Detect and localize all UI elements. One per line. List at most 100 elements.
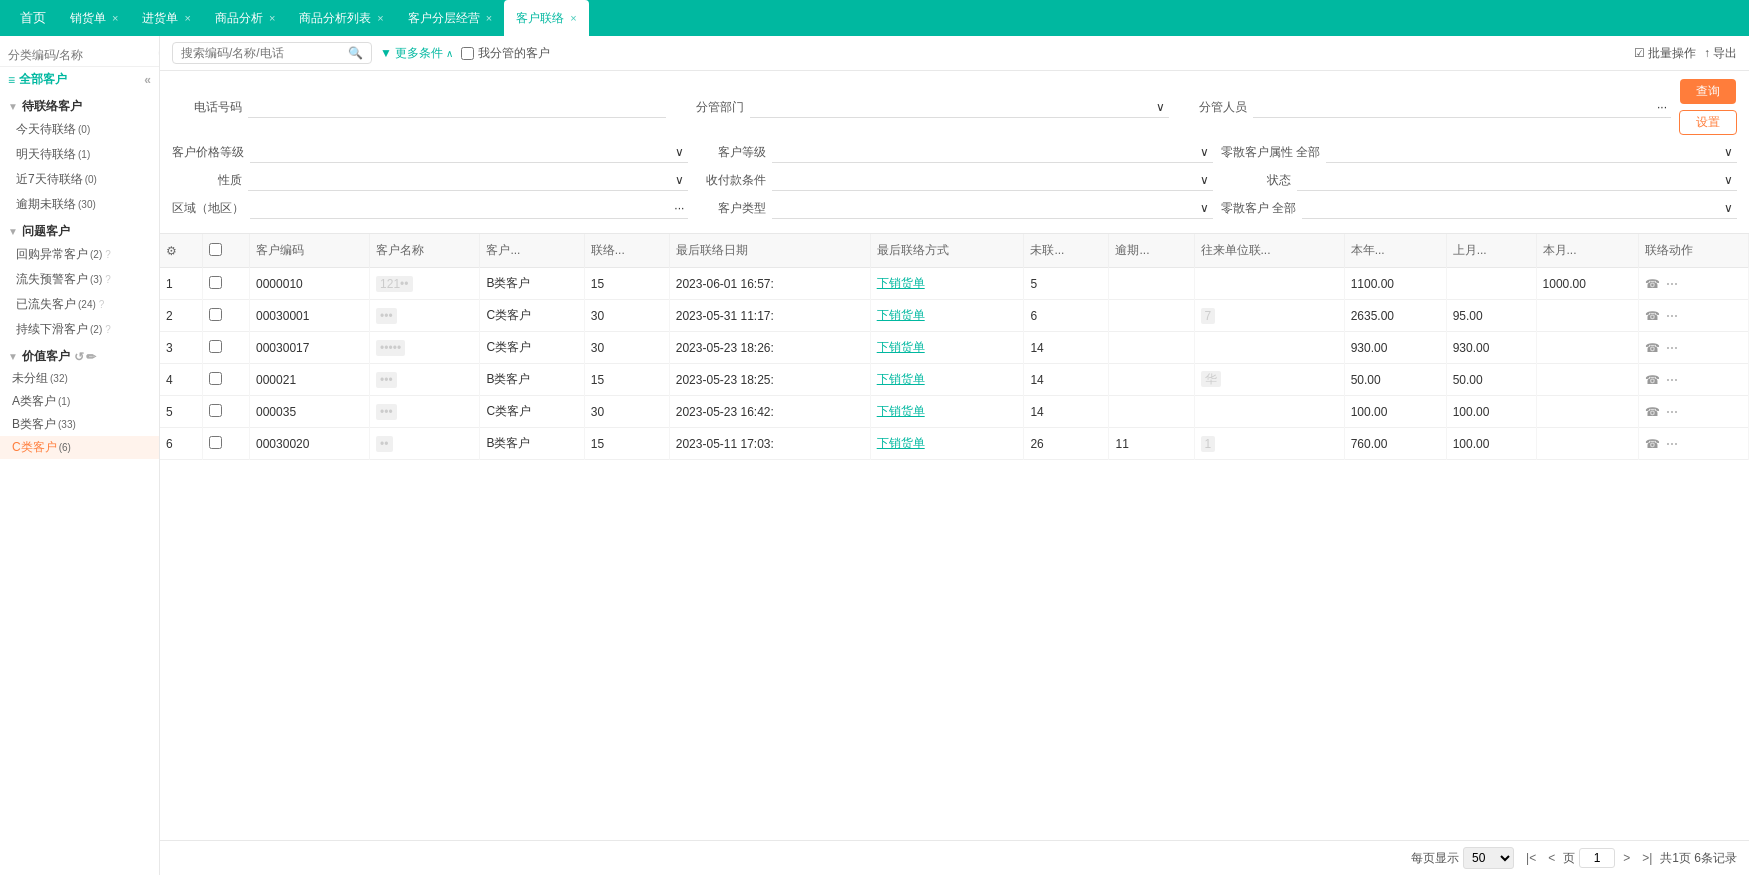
nav-product-analysis[interactable]: 商品分析 ×: [203, 0, 287, 36]
sidebar-collapse-icon[interactable]: «: [144, 73, 151, 87]
sidebar-group-value[interactable]: ▼ 价值客户 ↺ ✏: [0, 342, 159, 367]
last-page-btn[interactable]: >|: [1638, 849, 1656, 867]
select-all-checkbox[interactable]: [209, 243, 222, 256]
sidebar-item-today[interactable]: 今天待联络(0): [0, 117, 159, 142]
filter-retail-attr-select[interactable]: ∨: [1326, 141, 1737, 163]
row-checkbox[interactable]: [203, 364, 250, 396]
row-last-method[interactable]: 下销货单: [870, 396, 1024, 428]
my-customers-check[interactable]: [461, 47, 474, 60]
action-more-icon[interactable]: ⋯: [1666, 373, 1678, 387]
row-checkbox[interactable]: [203, 300, 250, 332]
nav-product-list-close-icon[interactable]: ×: [377, 12, 383, 24]
filter-cust-type-select[interactable]: ∨: [772, 197, 1212, 219]
filter-payment-select[interactable]: ∨: [772, 169, 1212, 191]
method-link[interactable]: 下销货单: [877, 436, 925, 450]
filter-dept-select[interactable]: ∨: [750, 96, 1168, 118]
filter-person-select[interactable]: ···: [1253, 96, 1671, 118]
nav-customer-layer-close-icon[interactable]: ×: [486, 12, 492, 24]
row-checkbox[interactable]: [203, 428, 250, 460]
edit-icon[interactable]: ✏: [86, 350, 96, 364]
sidebar-all-customers[interactable]: ≡ 全部客户 «: [0, 67, 159, 92]
col-overdue[interactable]: 逾期...: [1109, 234, 1194, 268]
filter-status-select[interactable]: ∨: [1297, 169, 1737, 191]
nav-purchase-close-icon[interactable]: ×: [184, 12, 190, 24]
row-last-method[interactable]: 下销货单: [870, 364, 1024, 396]
action-phone-icon[interactable]: ☎: [1645, 341, 1660, 355]
sidebar-item-declining[interactable]: 持续下滑客户(2) ?: [0, 317, 159, 342]
filter-price-select[interactable]: ∨: [250, 141, 688, 163]
sidebar-item-b-class[interactable]: B类客户(33): [0, 413, 159, 436]
dots-icon[interactable]: ···: [1657, 100, 1667, 114]
col-code[interactable]: 客户编码: [250, 234, 370, 268]
method-link[interactable]: 下销货单: [877, 340, 925, 354]
method-link[interactable]: 下销货单: [877, 372, 925, 386]
row-last-method[interactable]: 下销货单: [870, 300, 1024, 332]
col-this-month[interactable]: 本月...: [1536, 234, 1638, 268]
nav-product-list[interactable]: 商品分析列表 ×: [287, 0, 395, 36]
sidebar-group-pending[interactable]: ▼ 待联络客户: [0, 92, 159, 117]
row-checkbox[interactable]: [203, 396, 250, 428]
row-last-method[interactable]: 下销货单: [870, 268, 1024, 300]
sidebar-item-tomorrow[interactable]: 明天待联络(1): [0, 142, 159, 167]
action-phone-icon[interactable]: ☎: [1645, 277, 1660, 291]
per-page-select[interactable]: 50 100 200: [1463, 847, 1514, 869]
sidebar-item-warn[interactable]: 流失预警客户(3) ?: [0, 267, 159, 292]
col-name[interactable]: 客户名称: [370, 234, 480, 268]
nav-product-analysis-close-icon[interactable]: ×: [269, 12, 275, 24]
filter-nature-select[interactable]: ∨: [248, 169, 688, 191]
nav-customer-contact[interactable]: 客户联络 ×: [504, 0, 588, 36]
help-icon-4[interactable]: ?: [105, 324, 111, 335]
filter-retail-select[interactable]: ∨: [1302, 197, 1737, 219]
batch-operation-btn[interactable]: ☑ 批量操作: [1634, 45, 1696, 62]
action-more-icon[interactable]: ⋯: [1666, 341, 1678, 355]
method-link[interactable]: 下销货单: [877, 308, 925, 322]
main-search-input[interactable]: [181, 46, 344, 60]
filter-grade-select[interactable]: ∨: [772, 141, 1212, 163]
sidebar-item-lost[interactable]: 已流失客户(24) ?: [0, 292, 159, 317]
sidebar-item-ungroup[interactable]: 未分组(32): [0, 367, 159, 390]
method-link[interactable]: 下销货单: [877, 276, 925, 290]
nav-sales-close-icon[interactable]: ×: [112, 12, 118, 24]
main-search-icon[interactable]: 🔍: [348, 46, 363, 60]
more-conditions-btn[interactable]: ▼ 更多条件 ∧: [380, 45, 453, 62]
action-more-icon[interactable]: ⋯: [1666, 309, 1678, 323]
next-page-btn[interactable]: >: [1619, 849, 1634, 867]
col-last-method[interactable]: 最后联络方式: [870, 234, 1024, 268]
action-more-icon[interactable]: ⋯: [1666, 405, 1678, 419]
action-more-icon[interactable]: ⋯: [1666, 277, 1678, 291]
filter-region-select[interactable]: ···: [250, 197, 688, 219]
sidebar-item-a-class[interactable]: A类客户(1): [0, 390, 159, 413]
help-icon-3[interactable]: ?: [99, 299, 105, 310]
row-checkbox[interactable]: [203, 332, 250, 364]
nav-sales[interactable]: 销货单 ×: [58, 0, 130, 36]
sidebar-item-overdue[interactable]: 逾期未联络(30): [0, 192, 159, 217]
nav-customer-contact-close-icon[interactable]: ×: [570, 12, 576, 24]
dots-icon2[interactable]: ···: [674, 201, 684, 215]
row-checkbox[interactable]: [203, 268, 250, 300]
query-button[interactable]: 查询: [1680, 79, 1736, 104]
nav-customer-layer[interactable]: 客户分层经营 ×: [396, 0, 504, 36]
nav-purchase[interactable]: 进货单 ×: [130, 0, 202, 36]
nav-home[interactable]: 首页: [8, 0, 58, 36]
row-last-method[interactable]: 下销货单: [870, 332, 1024, 364]
action-phone-icon[interactable]: ☎: [1645, 405, 1660, 419]
action-phone-icon[interactable]: ☎: [1645, 437, 1660, 451]
col-no-contact[interactable]: 未联...: [1024, 234, 1109, 268]
col-settings[interactable]: ⚙: [160, 234, 203, 268]
col-year[interactable]: 本年...: [1344, 234, 1446, 268]
export-btn[interactable]: ↑ 导出: [1704, 45, 1737, 62]
col-last-date[interactable]: 最后联络日期: [669, 234, 870, 268]
filter-phone-input[interactable]: [248, 96, 666, 118]
col-contact-days[interactable]: 联络...: [584, 234, 669, 268]
sidebar-search-box[interactable]: 🔍: [0, 44, 159, 67]
sidebar-item-7days[interactable]: 近7天待联络(0): [0, 167, 159, 192]
page-number-input[interactable]: [1579, 848, 1615, 868]
setting-button[interactable]: 设置: [1679, 110, 1737, 135]
col-type[interactable]: 客户...: [480, 234, 584, 268]
help-icon-2[interactable]: ?: [105, 274, 111, 285]
method-link[interactable]: 下销货单: [877, 404, 925, 418]
sidebar-group-problem[interactable]: ▼ 问题客户: [0, 217, 159, 242]
col-checkbox[interactable]: [203, 234, 250, 268]
sidebar-item-abnormal[interactable]: 回购异常客户(2) ?: [0, 242, 159, 267]
action-more-icon[interactable]: ⋯: [1666, 437, 1678, 451]
